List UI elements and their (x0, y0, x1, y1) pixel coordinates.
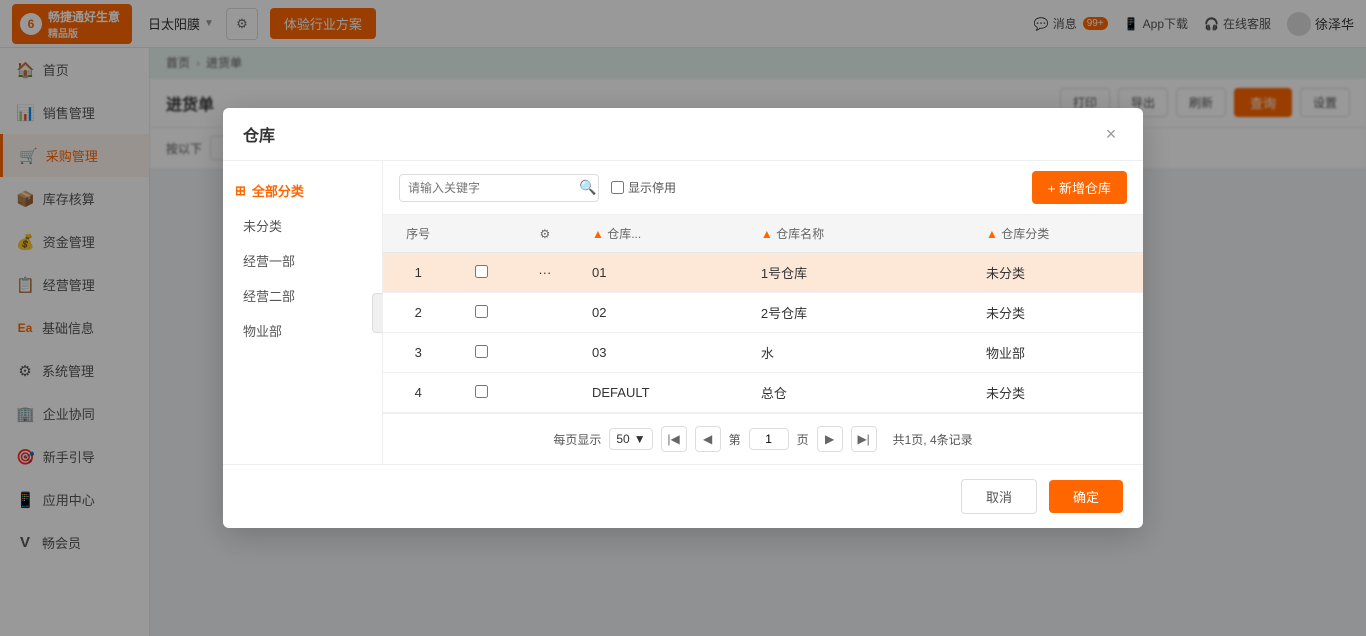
page-label: 第 (729, 431, 741, 448)
table-row[interactable]: 2 02 2号仓库 未分类 (383, 293, 1143, 333)
sort-icon: ▲ (592, 227, 604, 241)
row-check[interactable] (453, 253, 509, 293)
row-name: 总仓 (749, 373, 974, 413)
category-label-2: 经营二部 (243, 289, 295, 304)
table-toolbar: 🔍 显示停用 + 新增仓库 (383, 161, 1143, 215)
row-num: 1 (383, 253, 453, 293)
row-checkbox-2[interactable] (475, 305, 488, 318)
category-label-0: 未分类 (243, 219, 282, 234)
collapse-btn[interactable]: 《 (372, 293, 383, 333)
category-item-property[interactable]: 物业部 (223, 313, 382, 348)
row-gear[interactable] (510, 293, 580, 333)
row-code: 02 (580, 293, 749, 333)
row-checkbox-1[interactable] (475, 265, 488, 278)
add-warehouse-btn[interactable]: + 新增仓库 (1032, 171, 1127, 204)
modal-overlay: 仓库 × ⊞ 全部分类 未分类 经营一部 经营二部 (0, 0, 1366, 636)
sort-icon3: ▲ (986, 227, 998, 241)
sort-icon2: ▲ (761, 227, 773, 241)
row-code: 01 (580, 253, 749, 293)
category-panel: ⊞ 全部分类 未分类 经营一部 经营二部 物业部 《 (223, 161, 383, 464)
row-cat: 未分类 (974, 373, 1143, 413)
category-item-dept2[interactable]: 经营二部 (223, 278, 382, 313)
row-gear[interactable] (510, 333, 580, 373)
total-info: 共1页, 4条记录 (893, 431, 973, 448)
row-code: 03 (580, 333, 749, 373)
show-disabled-text: 显示停用 (628, 179, 676, 196)
modal-header: 仓库 × (223, 108, 1143, 161)
data-table: 序号 ⚙ ▲ 仓库... ▲ 仓库名称 (383, 215, 1143, 413)
per-page-label: 每页显示 (553, 431, 601, 448)
first-page-btn[interactable]: |◀ (661, 426, 687, 452)
col-header-name: ▲ 仓库名称 (749, 215, 974, 253)
all-category-label: 全部分类 (252, 181, 304, 200)
warehouse-table: 序号 ⚙ ▲ 仓库... ▲ 仓库名称 (383, 215, 1143, 413)
row-name: 1号仓库 (749, 253, 974, 293)
col-header-check (453, 215, 509, 253)
warehouse-modal: 仓库 × ⊞ 全部分类 未分类 经营一部 经营二部 (223, 108, 1143, 528)
per-page-chevron: ▼ (634, 432, 646, 446)
row-cat: 未分类 (974, 253, 1143, 293)
last-page-btn[interactable]: ▶| (851, 426, 877, 452)
page-suffix: 页 (797, 431, 809, 448)
table-body: 1 ··· 01 1号仓库 未分类 2 (383, 253, 1143, 413)
row-num: 4 (383, 373, 453, 413)
table-row[interactable]: 3 03 水 物业部 (383, 333, 1143, 373)
col-header-gear: ⚙ (510, 215, 580, 253)
search-btn[interactable]: 🔍 (571, 179, 599, 196)
modal-title: 仓库 (243, 122, 275, 146)
page-input[interactable] (749, 428, 789, 450)
per-page-value: 50 (616, 432, 629, 446)
row-cat: 物业部 (974, 333, 1143, 373)
row-check[interactable] (453, 293, 509, 333)
modal-footer: 取消 确定 (223, 464, 1143, 528)
row-check[interactable] (453, 373, 509, 413)
prev-page-btn[interactable]: ◀ (695, 426, 721, 452)
modal-body: ⊞ 全部分类 未分类 经营一部 经营二部 物业部 《 (223, 161, 1143, 464)
show-disabled-checkbox[interactable] (611, 181, 624, 194)
show-disabled-label: 显示停用 (611, 179, 676, 196)
modal-close-btn[interactable]: × (1099, 122, 1123, 146)
row-check[interactable] (453, 333, 509, 373)
row-gear[interactable] (510, 373, 580, 413)
row-code: DEFAULT (580, 373, 749, 413)
row-name: 2号仓库 (749, 293, 974, 333)
per-page-select[interactable]: 50 ▼ (609, 428, 652, 450)
table-head: 序号 ⚙ ▲ 仓库... ▲ 仓库名称 (383, 215, 1143, 253)
col-header-num: 序号 (383, 215, 453, 253)
row-num: 2 (383, 293, 453, 333)
search-input[interactable] (400, 175, 571, 201)
category-item-dept1[interactable]: 经营一部 (223, 243, 382, 278)
row-gear[interactable]: ··· (510, 253, 580, 293)
collapse-icon: 《 (377, 305, 383, 320)
grid-icon: ⊞ (235, 183, 246, 199)
row-checkbox-3[interactable] (475, 345, 488, 358)
row-cat: 未分类 (974, 293, 1143, 333)
category-label-3: 物业部 (243, 324, 282, 339)
table-row[interactable]: 4 DEFAULT 总仓 未分类 (383, 373, 1143, 413)
col-header-cat: ▲ 仓库分类 (974, 215, 1143, 253)
col-header-code: ▲ 仓库... (580, 215, 749, 253)
all-category-item[interactable]: ⊞ 全部分类 (223, 173, 382, 208)
row-name: 水 (749, 333, 974, 373)
next-page-btn[interactable]: ▶ (817, 426, 843, 452)
category-item-unclassified[interactable]: 未分类 (223, 208, 382, 243)
search-box: 🔍 (399, 174, 599, 202)
category-label-1: 经营一部 (243, 254, 295, 269)
confirm-btn[interactable]: 确定 (1049, 480, 1123, 513)
row-checkbox-4[interactable] (475, 385, 488, 398)
table-row[interactable]: 1 ··· 01 1号仓库 未分类 (383, 253, 1143, 293)
table-panel: 🔍 显示停用 + 新增仓库 序号 (383, 161, 1143, 464)
table-header-row: 序号 ⚙ ▲ 仓库... ▲ 仓库名称 (383, 215, 1143, 253)
pagination: 每页显示 50 ▼ |◀ ◀ 第 页 ▶ ▶| 共1页, 4条记录 (383, 413, 1143, 464)
cancel-btn[interactable]: 取消 (961, 479, 1037, 514)
row-num: 3 (383, 333, 453, 373)
